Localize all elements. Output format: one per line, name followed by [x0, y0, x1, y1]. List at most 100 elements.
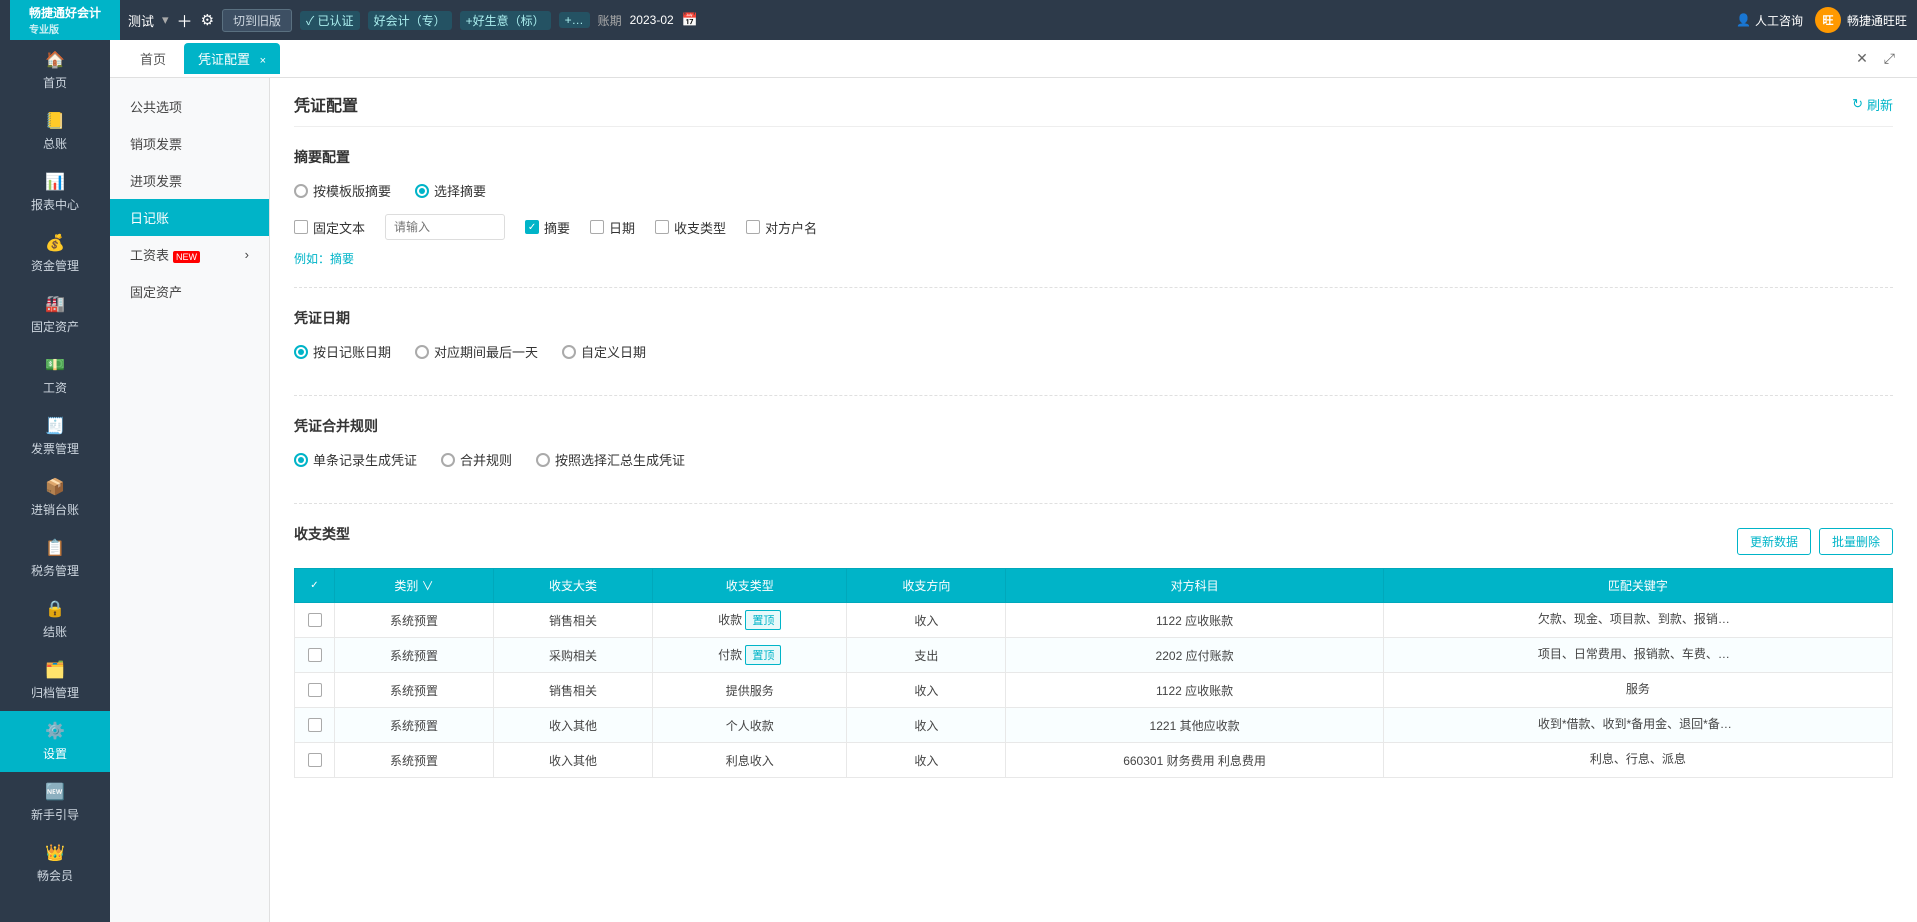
row-checkbox[interactable] [308, 613, 322, 627]
row-checkbox-cell[interactable] [295, 603, 335, 638]
sidebar-item-purchase-sale[interactable]: 📦 进销台账 [0, 467, 110, 528]
checkbox-type[interactable]: 收支类型 [655, 218, 726, 237]
checkbox-party[interactable]: 对方户名 [746, 218, 817, 237]
batch-delete-button[interactable]: 批量删除 [1819, 528, 1893, 555]
radio-template-circle [294, 184, 308, 198]
tab-home[interactable]: 首页 [126, 43, 180, 74]
sidebar-item-guide[interactable]: 🆕 新手引导 [0, 772, 110, 833]
salary-sheet-row: 工资表NEW › [130, 245, 249, 264]
row-keywords: 收到*借款、收到*备用金、退回*备用金、个人 [1383, 708, 1892, 743]
switch-old-version-button[interactable]: 切到旧版 [222, 9, 292, 32]
sidebar-item-settings[interactable]: ⚙️ 设置 [0, 711, 110, 772]
help-link[interactable]: 👤 人工咨询 [1736, 12, 1803, 29]
page-title: 凭证配置 [294, 92, 358, 116]
close-window-button[interactable]: ✕ [1850, 48, 1874, 69]
expand-window-button[interactable]: ⤢ [1878, 48, 1901, 69]
closing-icon: 🔒 [45, 599, 65, 619]
user-menu[interactable]: 旺 畅捷通旺旺 [1815, 7, 1907, 33]
sidebar-item-salary[interactable]: 💵 工资 [0, 345, 110, 406]
radio-last-day[interactable]: 对应期间最后一天 [415, 342, 538, 361]
chevron-down-icon[interactable]: ▾ [162, 12, 169, 28]
sidebar-item-home[interactable]: 🏠 首页 [0, 40, 110, 101]
update-data-button[interactable]: 更新数据 [1737, 528, 1811, 555]
keywords-text: 项目、日常费用、报销款、车费、承兑汇票、付款 [1538, 645, 1738, 662]
refresh-button[interactable]: ↻ 刷新 [1852, 95, 1893, 114]
book-name: 测试 [128, 11, 154, 30]
row-checkbox[interactable] [308, 753, 322, 767]
sidebar-item-tax[interactable]: 📋 税务管理 [0, 528, 110, 589]
sidebar-item-archive[interactable]: 🗂️ 归档管理 [0, 650, 110, 711]
checkbox-summary[interactable]: ✓ 摘要 [525, 218, 570, 237]
table-action-buttons: 更新数据 批量删除 [1737, 528, 1893, 555]
row-checkbox-cell[interactable] [295, 708, 335, 743]
left-nav-item-sales-invoice[interactable]: 销项发票 [110, 125, 269, 162]
left-nav: 公共选项 销项发票 进项发票 日记账 工资表NEW › 固定资产 [110, 78, 270, 922]
topbar-right: 👤 人工咨询 旺 畅捷通旺旺 [1736, 7, 1907, 33]
checkbox-fixed-text-box [294, 220, 308, 234]
radio-custom-date[interactable]: 自定义日期 [562, 342, 646, 361]
checkbox-type-box [655, 220, 669, 234]
guide-icon: 🆕 [45, 782, 65, 802]
sidebar-item-closing[interactable]: 🔒 结账 [0, 589, 110, 650]
row-checkbox[interactable] [308, 718, 322, 732]
tab-close-icon[interactable]: × [260, 55, 266, 67]
income-expense-title: 收支类型 [294, 524, 350, 544]
sidebar-item-label: 发票管理 [31, 440, 79, 457]
row-checkbox-cell[interactable] [295, 743, 335, 778]
table-body: 系统预置 销售相关 收款 置顶 收入 1122 应收账款 欠款、现金、项目款、到… [295, 603, 1893, 778]
left-nav-item-fixed-assets[interactable]: 固定资产 [110, 273, 269, 310]
radio-single[interactable]: 单条记录生成凭证 [294, 450, 417, 469]
expand-arrow-icon: › [245, 247, 249, 262]
status-tag-more: +… [559, 12, 590, 28]
left-nav-item-salary-sheet[interactable]: 工资表NEW › [110, 236, 269, 273]
radio-template[interactable]: 按模板版摘要 [294, 181, 391, 200]
table-header-row: 收支类型 更新数据 批量删除 [294, 524, 1893, 558]
row-big-type: 收入其他 [494, 743, 653, 778]
radio-last-day-circle [415, 345, 429, 359]
purchase-sale-icon: 📦 [45, 477, 65, 497]
select-all-checkbox[interactable]: ✓ [308, 579, 322, 593]
th-category: 类别 ∨ [335, 569, 494, 603]
checkbox-fixed-text[interactable]: 固定文本 [294, 218, 365, 237]
sidebar-item-reports[interactable]: 📊 报表中心 [0, 162, 110, 223]
row-direction: 收入 [847, 743, 1006, 778]
settings-icon[interactable]: ⚙ [201, 11, 214, 29]
fixed-text-input[interactable] [385, 214, 505, 240]
sidebar-item-label: 畅会员 [37, 867, 73, 884]
sidebar-item-fixed-assets[interactable]: 🏭 固定资产 [0, 284, 110, 345]
left-nav-item-public[interactable]: 公共选项 [110, 88, 269, 125]
income-expense-table: ✓ 类别 ∨ 收支大类 收支类型 收支方向 对方科目 匹配关键字 系 [294, 568, 1893, 778]
row-direction: 支出 [847, 638, 1006, 673]
radio-merge[interactable]: 合并规则 [441, 450, 512, 469]
sidebar-item-member[interactable]: 👑 畅会员 [0, 833, 110, 894]
sidebar-item-ledger[interactable]: 📒 总账 [0, 101, 110, 162]
tabbar-actions: ✕ ⤢ [1850, 48, 1901, 69]
status-tag-plus: +好生意（标） [460, 11, 551, 30]
merge-rules-title: 凭证合并规则 [294, 416, 1893, 436]
sidebar-item-label: 报表中心 [31, 196, 79, 213]
fixed-assets-icon: 🏭 [45, 294, 65, 314]
topbar: 畅捷通好会计 专业版 测试 ▾ ＋ ⚙ 切到旧版 ✓ 已认证 好会计（专） +好… [0, 0, 1917, 40]
table-row: 系统预置 收入其他 个人收款 收入 1221 其他应收款 收到*借款、收到*备用… [295, 708, 1893, 743]
sidebar-item-funds[interactable]: 💰 资金管理 [0, 223, 110, 284]
row-checkbox[interactable] [308, 648, 322, 662]
radio-daily-date[interactable]: 按日记账日期 [294, 342, 391, 361]
left-nav-item-purchase-invoice[interactable]: 进项发票 [110, 162, 269, 199]
calendar-icon[interactable]: 📅 [682, 12, 698, 28]
row-checkbox[interactable] [308, 683, 322, 697]
tab-voucher-config[interactable]: 凭证配置 × [184, 43, 280, 74]
row-big-type: 收入其他 [494, 708, 653, 743]
status-tag-certified: ✓ 已认证 [300, 11, 360, 30]
sidebar-item-invoice-mgmt[interactable]: 🧾 发票管理 [0, 406, 110, 467]
left-nav-item-daily-account[interactable]: 日记账 [110, 199, 269, 236]
row-checkbox-cell[interactable] [295, 673, 335, 708]
sidebar-item-label: 归档管理 [31, 684, 79, 701]
help-icon: 👤 [1736, 13, 1751, 27]
table-row: 系统预置 销售相关 收款 置顶 收入 1122 应收账款 欠款、现金、项目款、到… [295, 603, 1893, 638]
radio-total[interactable]: 按照选择汇总生成凭证 [536, 450, 685, 469]
radio-select[interactable]: 选择摘要 [415, 181, 486, 200]
th-checkbox[interactable]: ✓ [295, 569, 335, 603]
checkbox-date[interactable]: 日期 [590, 218, 635, 237]
row-checkbox-cell[interactable] [295, 638, 335, 673]
add-icon[interactable]: ＋ [177, 8, 193, 32]
